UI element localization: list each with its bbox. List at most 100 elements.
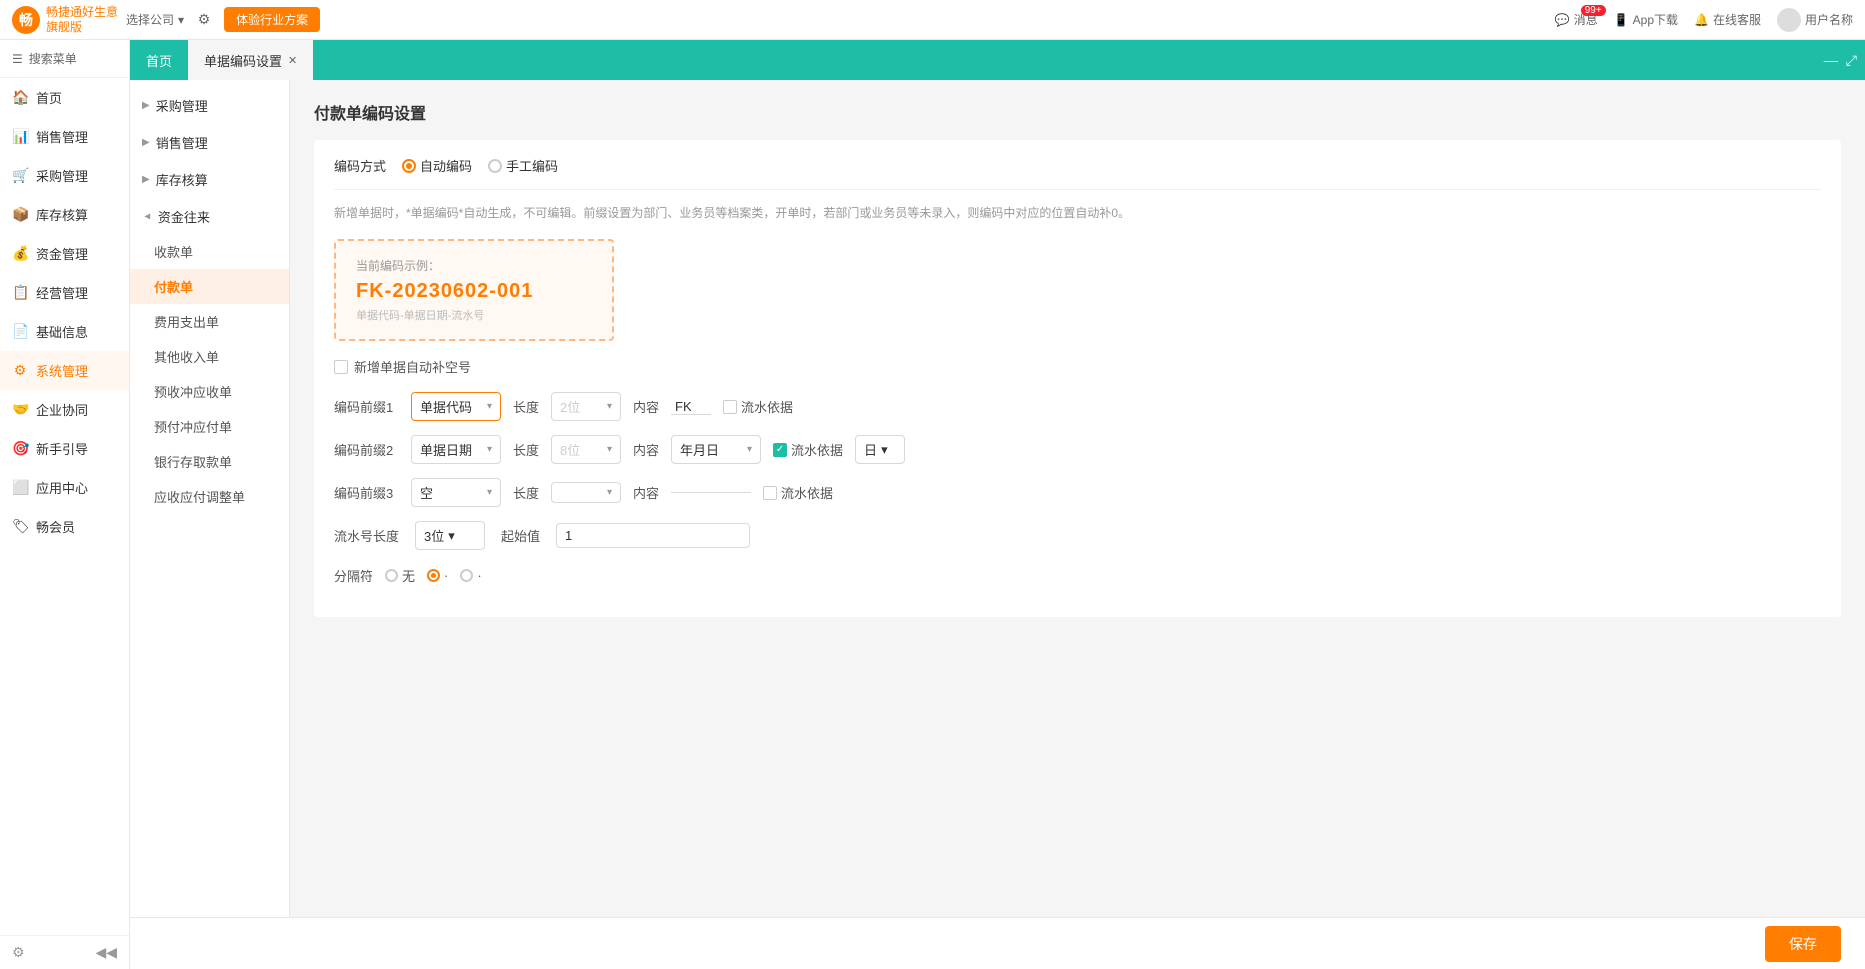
- encoding-card: 编码方式 自动编码 手工编码: [314, 140, 1841, 617]
- sidebar-item-member[interactable]: 🏷 畅会员: [0, 507, 129, 546]
- separator-label: 分隔符: [334, 566, 373, 585]
- stream1-checkbox-row: 流水依据: [723, 397, 793, 416]
- prefix3-select[interactable]: 空 ▾: [411, 478, 501, 507]
- sep-option-none[interactable]: 无: [385, 566, 415, 585]
- sidebar-item-inventory[interactable]: 📦 库存核算: [0, 195, 129, 234]
- radio-dot-auto: [402, 159, 416, 173]
- stream2-checkbox-row: ✓ 流水依据: [773, 440, 843, 459]
- stream2-checkbox[interactable]: ✓: [773, 443, 787, 457]
- length2-select[interactable]: 8位 ▾: [551, 435, 621, 464]
- encoding-method-radio-group: 自动编码 手工编码: [402, 156, 558, 175]
- chevron-down-icon: ▾: [607, 444, 612, 455]
- form-row-1: 编码前缀1 单据代码 ▾ 长度 2位 ▾ 内容 FK: [334, 392, 1821, 421]
- message-badge: 99+: [1581, 5, 1606, 16]
- prefix2-select[interactable]: 单据日期 ▾: [411, 435, 501, 464]
- start-value-input[interactable]: [556, 523, 750, 548]
- auto-fill-checkbox[interactable]: [334, 360, 348, 374]
- sidebar-item-cooperation[interactable]: 🤝 企业协同: [0, 390, 129, 429]
- chevron-down-icon: ▾: [487, 444, 492, 455]
- day-select[interactable]: 日 ▾: [855, 435, 905, 464]
- tab-close-icon[interactable]: ✕: [288, 54, 297, 67]
- purchase-icon: 🛒: [12, 167, 28, 184]
- chevron-down-icon: ▾: [487, 401, 492, 412]
- sep-option-dot2[interactable]: ·: [460, 568, 481, 583]
- sub-sidebar: ▶ 采购管理 ▶ 销售管理 ▶ 库存核算: [130, 80, 290, 917]
- chevron-down-icon: ▾: [487, 487, 492, 498]
- sub-nav-header-purchase[interactable]: ▶ 采购管理: [130, 88, 289, 123]
- save-button[interactable]: 保存: [1765, 926, 1841, 962]
- stream1-checkbox[interactable]: [723, 400, 737, 414]
- stream2-label: 流水依据: [791, 440, 843, 459]
- collapse-icon[interactable]: ◀◀: [95, 944, 117, 961]
- radio-manual-encoding[interactable]: 手工编码: [488, 156, 558, 175]
- sidebar-item-appcenter[interactable]: ⬜ 应用中心: [0, 468, 129, 507]
- nav-items: 🏠 首页 📊 销售管理 🛒 采购管理 📦 库存核算 💰 资金管理 📋 经: [0, 78, 129, 935]
- sub-nav-item-expense[interactable]: 费用支出单: [130, 304, 289, 339]
- sub-nav-header-inventory[interactable]: ▶ 库存核算: [130, 162, 289, 197]
- auto-fill-row: 新增单据自动补空号: [334, 357, 1821, 376]
- settings-icon[interactable]: ⚙: [192, 8, 216, 32]
- tab-encoding-settings[interactable]: 单据编码设置 ✕: [188, 40, 313, 80]
- sub-nav-item-receipt[interactable]: 收款单: [130, 234, 289, 269]
- top-bar-right: 💬 消息 99+ 📱 App下载 🔔 在线客服 用户名称: [1555, 8, 1853, 32]
- sub-nav-group-inventory: ▶ 库存核算: [130, 162, 289, 197]
- company-select[interactable]: 选择公司 ▾: [126, 11, 184, 28]
- chevron-down-icon: ▾: [881, 442, 888, 458]
- sidebar-item-system[interactable]: ⚙ 系统管理: [0, 351, 129, 390]
- radio-dot-manual: [488, 159, 502, 173]
- sidebar-item-home[interactable]: 🏠 首页: [0, 78, 129, 117]
- hint-text: 新增单据时，*单据编码*自动生成，不可编辑。前缀设置为部门、业务员等档案类，开单…: [334, 204, 1821, 223]
- serial-length-label: 流水号长度: [334, 526, 399, 545]
- auto-fill-label: 新增单据自动补空号: [354, 357, 471, 376]
- top-bar: 畅 畅捷通好生意 旗舰版 选择公司 ▾ ⚙ 体验行业方案 💬 消息 99+ 📱 …: [0, 0, 1865, 40]
- company-name: 选择公司: [126, 11, 174, 28]
- tab-minimize-icon[interactable]: —: [1824, 52, 1838, 68]
- sub-nav-item-ar-ap-adjust[interactable]: 应收应付调整单: [130, 479, 289, 514]
- tab-home[interactable]: 首页: [130, 40, 188, 80]
- sidebar-item-basicinfo[interactable]: 📄 基础信息: [0, 312, 129, 351]
- sub-nav-item-bank[interactable]: 银行存取款单: [130, 444, 289, 479]
- sidebar-item-operations[interactable]: 📋 经营管理: [0, 273, 129, 312]
- chevron-down-icon[interactable]: ▾: [178, 13, 184, 27]
- stream3-checkbox[interactable]: [763, 486, 777, 500]
- arrow-icon: ▶: [142, 174, 150, 185]
- user-name: 用户名称: [1805, 11, 1853, 28]
- radio-auto-encoding[interactable]: 自动编码: [402, 156, 472, 175]
- search-icon: ☰: [12, 52, 23, 66]
- sep-option-dot1[interactable]: ·: [427, 568, 448, 583]
- sidebar-item-sales[interactable]: 📊 销售管理: [0, 117, 129, 156]
- content1-value: FK: [671, 399, 711, 415]
- sub-nav-item-advance-offset[interactable]: 预付冲应付单: [130, 409, 289, 444]
- sidebar-item-finance[interactable]: 💰 资金管理: [0, 234, 129, 273]
- sub-nav-header-funds[interactable]: ▼ 资金往来: [130, 199, 289, 234]
- top-bar-controls: 选择公司 ▾ ⚙ 体验行业方案: [126, 7, 320, 32]
- sub-nav-item-payment[interactable]: 付款单: [130, 269, 289, 304]
- length3-label: 长度: [513, 483, 539, 502]
- content2-select[interactable]: 年月日 ▾: [671, 435, 761, 464]
- sub-nav-item-other-income[interactable]: 其他收入单: [130, 339, 289, 374]
- prefix1-select[interactable]: 单据代码 ▾: [411, 392, 501, 421]
- length1-select[interactable]: 2位 ▾: [551, 392, 621, 421]
- sub-nav-item-prepaid-offset[interactable]: 预收冲应收单: [130, 374, 289, 409]
- serial-length-select[interactable]: 3位 ▾: [415, 521, 485, 550]
- chevron-down-icon: ▾: [448, 528, 455, 544]
- settings-bottom-icon[interactable]: ⚙: [12, 944, 25, 961]
- arrow-icon: ▶: [142, 137, 150, 148]
- user-menu[interactable]: 用户名称: [1777, 8, 1853, 32]
- brand-icon: 畅: [12, 6, 40, 34]
- sidebar-item-purchase[interactable]: 🛒 采购管理: [0, 156, 129, 195]
- sidebar-item-guide[interactable]: 🎯 新手引导: [0, 429, 129, 468]
- content-area: ▶ 采购管理 ▶ 销售管理 ▶ 库存核算: [130, 80, 1865, 917]
- length3-select[interactable]: ▾: [551, 482, 621, 503]
- top-bar-left: 畅 畅捷通好生意 旗舰版 选择公司 ▾ ⚙ 体验行业方案: [12, 5, 320, 34]
- sub-nav-group-funds: ▼ 资金往来 收款单 付款单 费用支出单 其他收入单 预收冲应收单 预付冲应付单…: [130, 199, 289, 514]
- app-download-button[interactable]: 📱 App下载: [1614, 11, 1678, 28]
- member-icon: 🏷: [12, 518, 28, 535]
- messages-button[interactable]: 💬 消息 99+: [1555, 11, 1598, 28]
- trial-button[interactable]: 体验行业方案: [224, 7, 320, 32]
- tab-expand-icon[interactable]: ⤢: [1846, 52, 1857, 69]
- preview-box: 当前编码示例： FK-20230602-001 单据代码-单据日期-流水号: [334, 239, 614, 341]
- online-service-button[interactable]: 🔔 在线客服: [1694, 11, 1761, 28]
- search-menu-button[interactable]: ☰ 搜索菜单: [0, 40, 129, 78]
- sub-nav-header-sales[interactable]: ▶ 销售管理: [130, 125, 289, 160]
